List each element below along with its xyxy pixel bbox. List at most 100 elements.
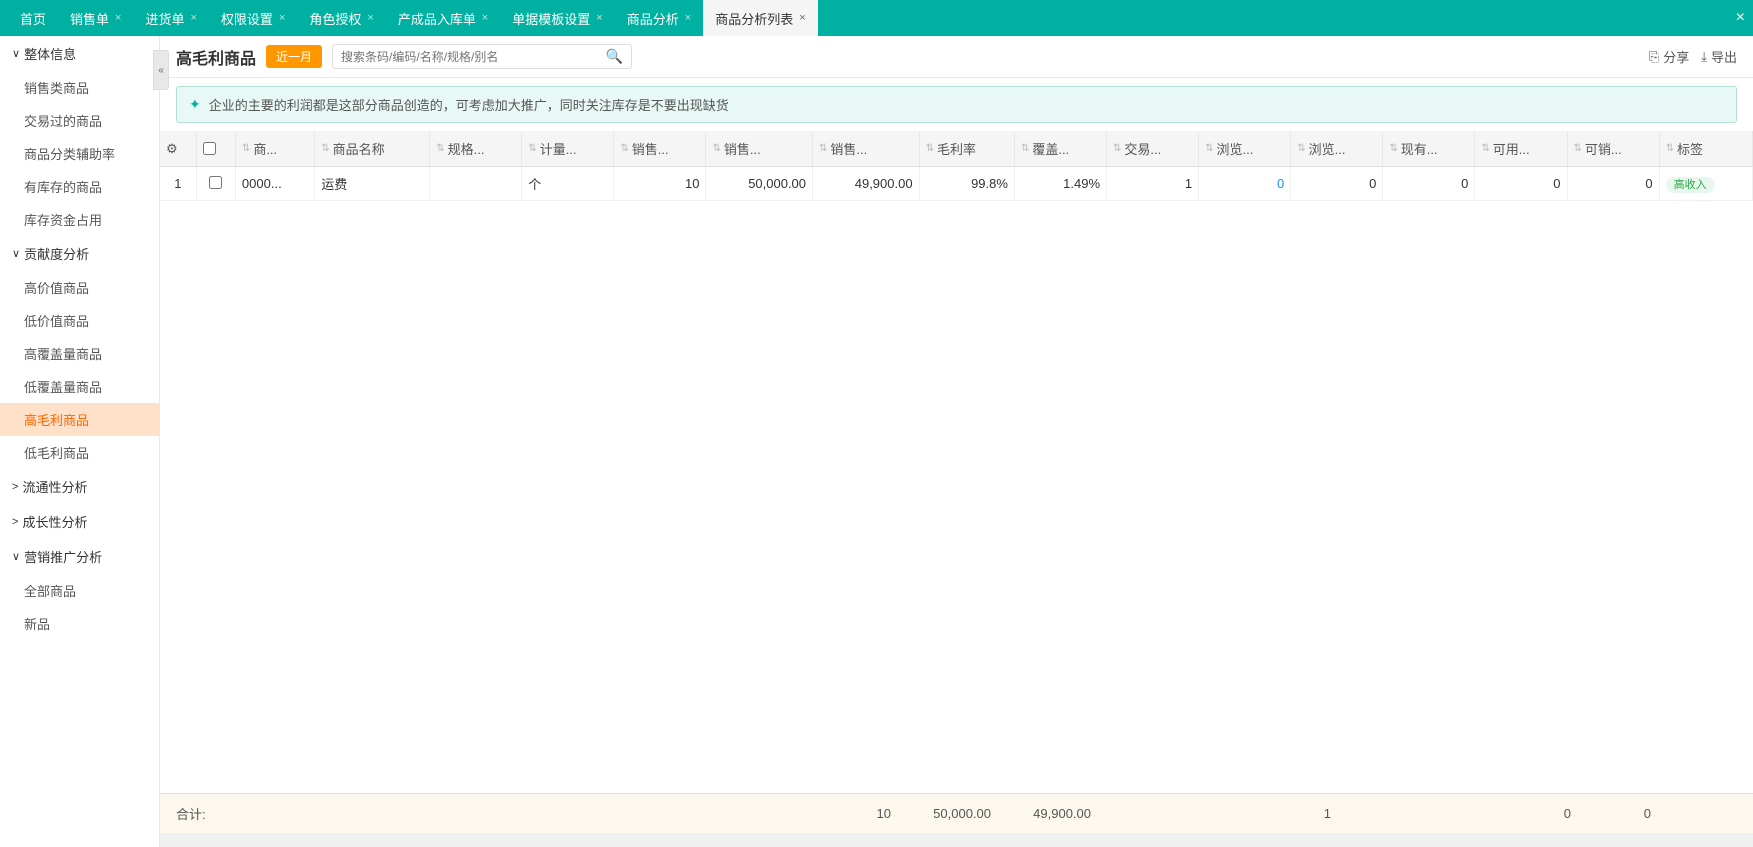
- col-header-tag[interactable]: ⇅标签: [1659, 131, 1752, 167]
- footer-value-14: 0: [1577, 806, 1657, 821]
- header-actions: ⎘ 分享 ⤓ 导出: [1649, 47, 1737, 66]
- close-all-button[interactable]: ×: [1736, 9, 1745, 27]
- sidebar-item-new-goods[interactable]: 新品: [0, 607, 159, 640]
- export-label: 导出: [1711, 47, 1737, 66]
- sort-icon: ⇅: [926, 143, 934, 154]
- row-select-checkbox[interactable]: [209, 176, 222, 189]
- sort-icon: ⇅: [1389, 143, 1397, 154]
- sidebar-group-growth[interactable]: >成长性分析: [0, 504, 159, 539]
- col-header-checkbox[interactable]: [196, 131, 235, 167]
- col-label: 规格...: [448, 139, 485, 158]
- row-sales-cost: 49,900.00: [813, 167, 920, 201]
- col-header-sales_cost[interactable]: ⇅销售...: [813, 131, 920, 167]
- sidebar-item-high-margin[interactable]: 高毛利商品: [0, 403, 159, 436]
- bottom-scrollbar[interactable]: [160, 833, 1753, 847]
- col-header-margin_rate[interactable]: ⇅毛利率: [919, 131, 1014, 167]
- sidebar-item-low-margin[interactable]: 低毛利商品: [0, 436, 159, 469]
- col-header-current_stock[interactable]: ⇅现有...: [1383, 131, 1475, 167]
- sidebar-item-goods-segment[interactable]: 商品分类辅助率: [0, 137, 159, 170]
- row-transaction: 1: [1107, 167, 1199, 201]
- export-icon: ⤓: [1701, 49, 1707, 65]
- table-row: 10000...运费个1050,000.0049,900.0099.8%1.49…: [160, 167, 1753, 201]
- sidebar-group-marketing[interactable]: ∨营销推广分析: [0, 539, 159, 574]
- sidebar-group-bcg[interactable]: ∨贡献度分析: [0, 236, 159, 271]
- col-header-name[interactable]: ⇅商品名称: [315, 131, 430, 167]
- row-sales-amount: 50,000.00: [706, 167, 813, 201]
- sidebar-item-sales-goods[interactable]: 销售类商品: [0, 71, 159, 104]
- sidebar-item-stocked-goods[interactable]: 有库存的商品: [0, 170, 159, 203]
- nav-tab-product-analysis-list[interactable]: 商品分析列表×: [703, 0, 817, 36]
- col-label: 商品名称: [333, 139, 385, 158]
- col-header-coverage[interactable]: ⇅覆盖...: [1014, 131, 1106, 167]
- sidebar-group-label: 流通性分析: [22, 477, 87, 496]
- sidebar-group-label: 成长性分析: [22, 512, 87, 531]
- share-button[interactable]: ⎘ 分享: [1649, 47, 1689, 66]
- tab-close-sales[interactable]: ×: [115, 12, 121, 24]
- row-browse1[interactable]: 0: [1199, 167, 1291, 201]
- nav-tab-role-permission[interactable]: 角色授权×: [297, 0, 385, 36]
- search-icon[interactable]: 🔍: [606, 48, 623, 65]
- sidebar-item-high-sales-high[interactable]: 高覆盖量商品: [0, 337, 159, 370]
- tab-close-purchase[interactable]: ×: [190, 12, 196, 24]
- col-header-unit[interactable]: ⇅计量...: [522, 131, 614, 167]
- col-label: 商...: [253, 139, 277, 158]
- footer-value-9: [1177, 806, 1257, 821]
- sidebar-group-flow[interactable]: >流通性分析: [0, 469, 159, 504]
- export-button[interactable]: ⤓ 导出: [1701, 47, 1737, 66]
- sidebar-group-label: 贡献度分析: [24, 244, 89, 263]
- footer-value-7: 49,900.00: [997, 806, 1097, 821]
- nav-tab-permission-settings[interactable]: 权限设置×: [209, 0, 297, 36]
- content-area: 高毛利商品 近一月 🔍 ⎘ 分享 ⤓ 导出 ✦ 企业的主要的利润都是这部分商品创…: [160, 36, 1753, 847]
- sidebar-group-label: 营销推广分析: [24, 547, 102, 566]
- sidebar-item-traded-goods[interactable]: 交易过的商品: [0, 104, 159, 137]
- col-label: 覆盖...: [1032, 139, 1069, 158]
- tab-close-product-import[interactable]: ×: [482, 12, 488, 24]
- row-browse2: 0: [1291, 167, 1383, 201]
- col-header-sales_qty[interactable]: ⇅销售...: [614, 131, 706, 167]
- sidebar-item-all-goods[interactable]: 全部商品: [0, 574, 159, 607]
- col-header-browse2[interactable]: ⇅浏览...: [1291, 131, 1383, 167]
- col-header-browse1[interactable]: ⇅浏览...: [1199, 131, 1291, 167]
- tab-close-permission-settings[interactable]: ×: [279, 12, 285, 24]
- tab-close-product-analysis[interactable]: ×: [685, 12, 691, 24]
- nav-tab-home[interactable]: 首页: [8, 0, 58, 36]
- col-header-settings[interactable]: ⚙: [160, 131, 196, 167]
- row-checkbox[interactable]: [196, 167, 235, 201]
- col-header-available[interactable]: ⇅可用...: [1475, 131, 1567, 167]
- tab-close-role-permission[interactable]: ×: [367, 12, 373, 24]
- col-header-code[interactable]: ⇅商...: [235, 131, 314, 167]
- sidebar-group-label: 整体信息: [24, 44, 76, 63]
- footer-value-0: [357, 806, 477, 821]
- row-spec: [430, 167, 522, 201]
- col-header-sales_amount[interactable]: ⇅销售...: [706, 131, 813, 167]
- col-label: 可销...: [1585, 139, 1622, 158]
- footer-value-11: [1337, 806, 1417, 821]
- nav-tab-product-import[interactable]: 产成品入库单×: [386, 0, 500, 36]
- sort-icon: ⇅: [436, 143, 444, 154]
- col-header-spec[interactable]: ⇅ 规格...: [430, 131, 522, 167]
- sidebar-item-low-sales-low[interactable]: 低覆盖量商品: [0, 370, 159, 403]
- info-text: 企业的主要的利润都是这部分商品创造的，可考虑加大推广，同时关注库存是不要出现缺货: [209, 95, 729, 114]
- sidebar-item-low-value[interactable]: 低价值商品: [0, 304, 159, 337]
- sidebar-collapse-button[interactable]: «: [153, 50, 169, 90]
- tag-badge: 高收入: [1666, 177, 1715, 193]
- col-header-transaction[interactable]: ⇅交易...: [1107, 131, 1199, 167]
- sidebar-group-overall[interactable]: ∨整体信息: [0, 36, 159, 71]
- footer-value-15: [1657, 806, 1737, 821]
- col-header-sellable[interactable]: ⇅可销...: [1567, 131, 1659, 167]
- nav-tab-product-analysis[interactable]: 商品分析×: [615, 0, 703, 36]
- col-label: 销售...: [632, 139, 669, 158]
- tab-close-template-settings[interactable]: ×: [596, 12, 602, 24]
- search-input[interactable]: [341, 50, 606, 64]
- nav-tab-template-settings[interactable]: 单据模板设置×: [500, 0, 614, 36]
- sidebar-item-capital-occupation[interactable]: 库存资金占用: [0, 203, 159, 236]
- tab-close-product-analysis-list[interactable]: ×: [799, 12, 805, 24]
- content-header: 高毛利商品 近一月 🔍 ⎘ 分享 ⤓ 导出: [160, 36, 1753, 78]
- sidebar-item-high-value[interactable]: 高价值商品: [0, 271, 159, 304]
- footer-total: 合计: 1050,000.0049,900.00100: [160, 793, 1753, 833]
- nav-tab-sales[interactable]: 销售单×: [58, 0, 133, 36]
- sort-icon: ⇅: [528, 143, 536, 154]
- select-all-checkbox[interactable]: [203, 142, 216, 155]
- nav-tab-purchase[interactable]: 进货单×: [133, 0, 208, 36]
- period-button[interactable]: 近一月: [266, 45, 322, 68]
